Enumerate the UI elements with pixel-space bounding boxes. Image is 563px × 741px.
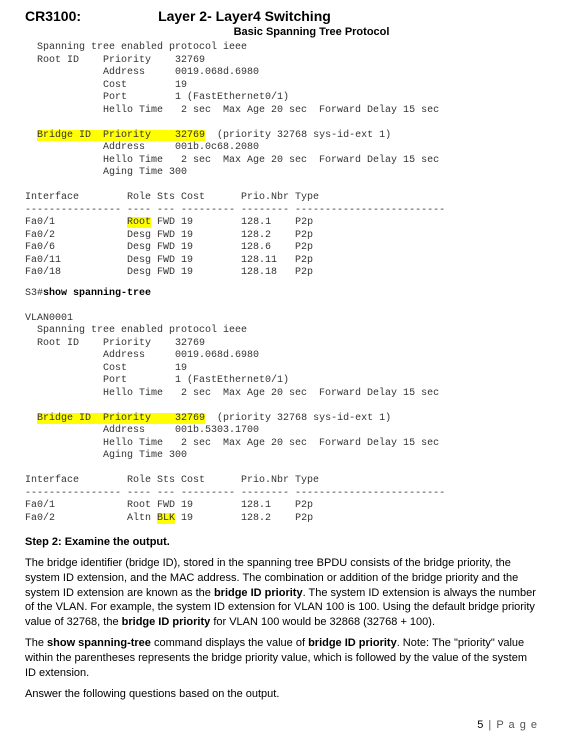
root-role-highlight: Root [127, 217, 151, 228]
step2-paragraph-3: Answer the following questions based on … [25, 687, 538, 702]
terminal-command-2: S3#show spanning-tree VLAN0001 Spanning … [25, 288, 538, 526]
course-title: Layer 2- Layer4 Switching [158, 8, 331, 24]
step2-paragraph-2: The show spanning-tree command displays … [25, 636, 538, 681]
page-header: CR3100: Layer 2- Layer4 Switching [25, 8, 538, 24]
show-spanning-tree-cmd: show spanning-tree [43, 288, 151, 299]
page-number: 5 [477, 719, 484, 731]
bridge-id-highlight: Bridge ID Priority 32769 [37, 130, 205, 141]
blk-status-highlight: BLK [157, 513, 175, 524]
step2-heading: Step 2: Examine the output. [25, 535, 538, 550]
page-subtitle: Basic Spanning Tree Protocol [85, 26, 538, 38]
terminal-output-1: Spanning tree enabled protocol ieee Root… [25, 42, 538, 280]
page-footer: 5 | P a g e [25, 719, 538, 731]
step2-paragraph-1: The bridge identifier (bridge ID), store… [25, 556, 538, 630]
bridge-id-highlight-2: Bridge ID Priority 32769 [37, 413, 205, 424]
course-code: CR3100: [25, 8, 155, 24]
